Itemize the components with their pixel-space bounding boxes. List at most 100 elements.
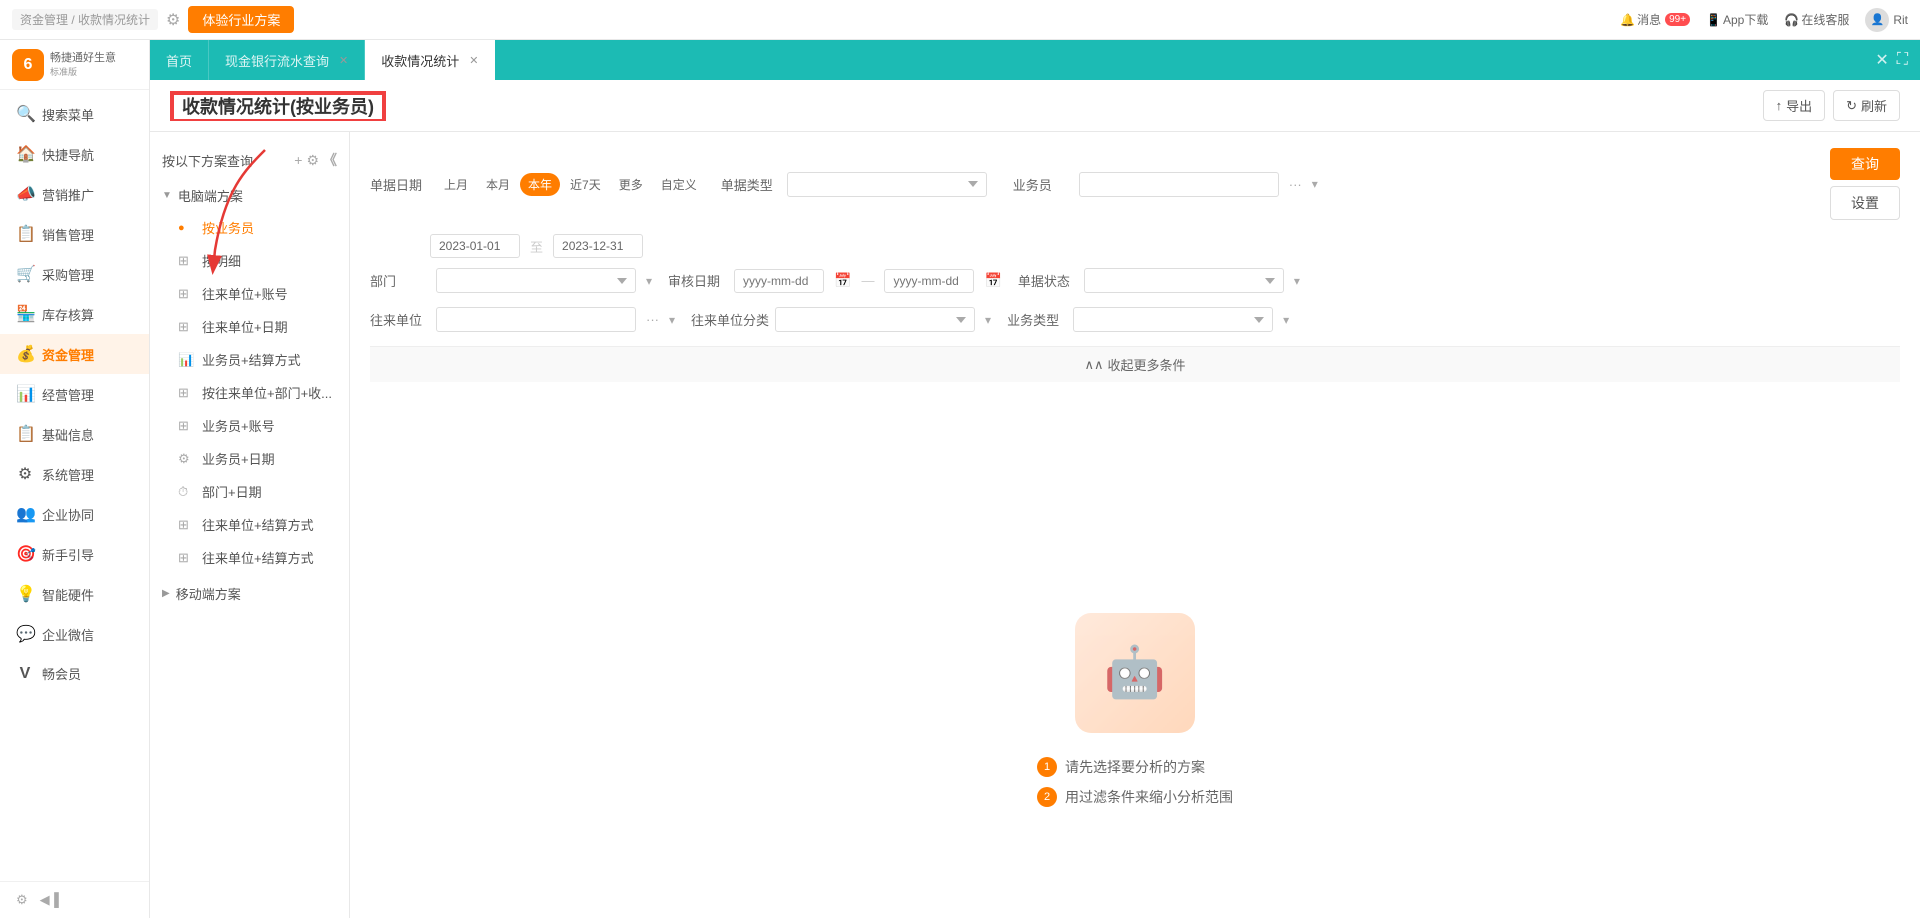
- sidebar-item-label: 快捷导航: [42, 145, 94, 164]
- service-area[interactable]: 🎧 在线客服: [1784, 11, 1849, 28]
- user-area[interactable]: 👤 Rit: [1865, 8, 1908, 32]
- dept-chevron: ▾: [646, 274, 652, 288]
- sidebar-item-collab[interactable]: 👥 企业协同: [0, 494, 149, 534]
- sidebar-item-label: 系统管理: [42, 465, 94, 484]
- dept-select[interactable]: [436, 268, 636, 293]
- date-tab-custom[interactable]: 自定义: [653, 173, 705, 196]
- sidebar-menu: 🔍 搜索菜单 🏠 快捷导航 📣 营销推广 📋 销售管理 🛒 采购管理 🏪: [0, 90, 149, 881]
- scheme-group-desktop-title[interactable]: ▼ 电脑端方案: [150, 180, 349, 211]
- tab-expand-icon[interactable]: ⛶: [1897, 51, 1908, 69]
- salesperson-input[interactable]: [1079, 172, 1279, 197]
- tab-receipt-stat[interactable]: 收款情况统计 ✕: [365, 40, 495, 80]
- tab-receipt-close-icon[interactable]: ✕: [469, 54, 478, 67]
- sidebar-item-purchase[interactable]: 🛒 采购管理: [0, 254, 149, 294]
- biz-type-chevron: ▾: [1283, 313, 1289, 327]
- partner-classify-field: 往来单位分类 ▾: [691, 307, 991, 332]
- date-tab-this-month[interactable]: 本月: [478, 173, 518, 196]
- date-from-input[interactable]: [430, 234, 520, 258]
- scheme-add-icon[interactable]: +: [294, 152, 302, 168]
- export-button[interactable]: ↑ 导出: [1763, 90, 1826, 121]
- scheme-group-mobile-title[interactable]: ▶ 移动端方案: [150, 578, 349, 609]
- sidebar-item-finance[interactable]: 💰 资金管理: [0, 334, 149, 374]
- date-tab-more[interactable]: 更多: [611, 173, 651, 196]
- tab-bank-close-icon[interactable]: ✕: [339, 54, 348, 67]
- scheme-item-partner-settlement-2[interactable]: ⊞ 往来单位+结算方式: [150, 541, 349, 574]
- doc-status-select[interactable]: [1084, 268, 1284, 293]
- collab-icon: 👥: [16, 504, 34, 524]
- sidebar-item-label: 基础信息: [42, 425, 94, 444]
- sidebar-item-marketing[interactable]: 📣 营销推广: [0, 174, 149, 214]
- main-layout: 6 畅捷通好生意 标准版 🔍 搜索菜单 🏠 快捷导航 📣 营销推广 📋 销售管理: [0, 40, 1920, 918]
- scheme-item-salesperson[interactable]: ● 按业务员: [150, 211, 349, 244]
- scheme-item-partner-dept[interactable]: ⊞ 按往来单位+部门+收...: [150, 376, 349, 409]
- trial-btn[interactable]: 体验行业方案: [188, 6, 294, 33]
- settings-button[interactable]: 设置: [1830, 186, 1900, 220]
- sidebar-item-basic[interactable]: 📋 基础信息: [0, 414, 149, 454]
- scheme-settings-icon[interactable]: ⚙: [306, 152, 319, 169]
- date-tab-7days[interactable]: 近7天: [562, 173, 609, 196]
- collapse-more-button[interactable]: ∧∧ 收起更多条件: [370, 346, 1900, 382]
- review-date-from-input[interactable]: [734, 269, 824, 293]
- sidebar-item-system[interactable]: ⚙ 系统管理: [0, 454, 149, 494]
- notification-area[interactable]: 🔔 消息 99+: [1620, 11, 1690, 28]
- scheme-group-mobile-label: 移动端方案: [176, 584, 241, 603]
- scheme-item-salesperson-date[interactable]: ⚙ 业务员+日期: [150, 442, 349, 475]
- partner-chevron: ▾: [669, 313, 675, 327]
- partner-classify-select[interactable]: [775, 307, 975, 332]
- salesperson-label: 业务员: [1013, 175, 1073, 194]
- tip-text-2: 用过滤条件来缩小分析范围: [1065, 787, 1233, 807]
- sidebar-item-wechat[interactable]: 💬 企业微信: [0, 614, 149, 654]
- footer-collapse-icon[interactable]: ◀▐: [40, 892, 59, 908]
- query-button[interactable]: 查询: [1830, 148, 1900, 180]
- biz-type-select[interactable]: [1073, 307, 1273, 332]
- download-icon: 📱: [1706, 13, 1721, 27]
- scheme-item-icon-1: ⊞: [178, 253, 194, 269]
- date-tab-last-month[interactable]: 上月: [436, 173, 476, 196]
- download-area[interactable]: 📱 App下载: [1706, 11, 1768, 28]
- scheme-item-icon-0: ●: [178, 222, 194, 234]
- sidebar-item-sales[interactable]: 📋 销售管理: [0, 214, 149, 254]
- scheme-item-dept-date[interactable]: ⏱ 部门+日期: [150, 475, 349, 508]
- sidebar-item-label: 企业微信: [42, 625, 94, 644]
- date-tab-this-year[interactable]: 本年: [520, 173, 560, 196]
- scheme-item-salesperson-account[interactable]: ⊞ 业务员+账号: [150, 409, 349, 442]
- scheme-item-salesperson-settlement[interactable]: 📊 业务员+结算方式: [150, 343, 349, 376]
- date-to-input[interactable]: [553, 234, 643, 258]
- tab-bank-flow[interactable]: 现金银行流水查询 ✕: [209, 40, 365, 80]
- review-date-from-calendar-icon[interactable]: 📅: [834, 272, 851, 289]
- settings-icon[interactable]: ⚙: [166, 10, 180, 30]
- refresh-icon: ↻: [1846, 98, 1857, 114]
- sidebar-item-member[interactable]: V 畅会员: [0, 654, 149, 693]
- tab-home[interactable]: 首页: [150, 40, 209, 80]
- home-icon: 🏠: [16, 144, 34, 164]
- sidebar-item-search[interactable]: 🔍 搜索菜单: [0, 94, 149, 134]
- scheme-item-partner-settlement-1[interactable]: ⊞ 往来单位+结算方式: [150, 508, 349, 541]
- content-body: 按以下方案查询 + ⚙ 《 ▼ 电脑端方案: [150, 132, 1920, 918]
- review-date-to-input[interactable]: [884, 269, 974, 293]
- sidebar-item-guide[interactable]: 🎯 新手引导: [0, 534, 149, 574]
- sidebar-item-quicknav[interactable]: 🏠 快捷导航: [0, 134, 149, 174]
- scheme-item-icon-4: 📊: [178, 352, 194, 368]
- sidebar-footer: ⚙ ◀▐: [0, 881, 149, 918]
- doc-type-select[interactable]: [787, 172, 987, 197]
- tab-close-all-icon[interactable]: ✕: [1875, 50, 1888, 70]
- scheme-collapse-icon[interactable]: 《: [323, 150, 337, 170]
- sidebar-item-hardware[interactable]: 💡 智能硬件: [0, 574, 149, 614]
- marketing-icon: 📣: [16, 184, 34, 204]
- footer-settings-icon[interactable]: ⚙: [16, 892, 28, 908]
- sidebar-item-inventory[interactable]: 🏪 库存核算: [0, 294, 149, 334]
- sidebar-item-label: 采购管理: [42, 265, 94, 284]
- partner-more-icon[interactable]: ···: [646, 312, 659, 327]
- sidebar-item-management[interactable]: 📊 经营管理: [0, 374, 149, 414]
- avatar: 👤: [1865, 8, 1889, 32]
- scheme-item-detail[interactable]: ⊞ 按明细: [150, 244, 349, 277]
- partner-classify-label: 往来单位分类: [691, 310, 769, 329]
- sidebar-item-label: 资金管理: [42, 345, 94, 364]
- doc-status-field: 单据状态 ▾: [1018, 268, 1300, 293]
- review-date-to-calendar-icon[interactable]: 📅: [984, 272, 1001, 289]
- salesperson-more-icon[interactable]: ···: [1289, 177, 1302, 192]
- partner-input[interactable]: [436, 307, 636, 332]
- scheme-item-partner-account[interactable]: ⊞ 往来单位+账号: [150, 277, 349, 310]
- scheme-item-partner-date[interactable]: ⊞ 往来单位+日期: [150, 310, 349, 343]
- refresh-button[interactable]: ↻ 刷新: [1833, 90, 1900, 121]
